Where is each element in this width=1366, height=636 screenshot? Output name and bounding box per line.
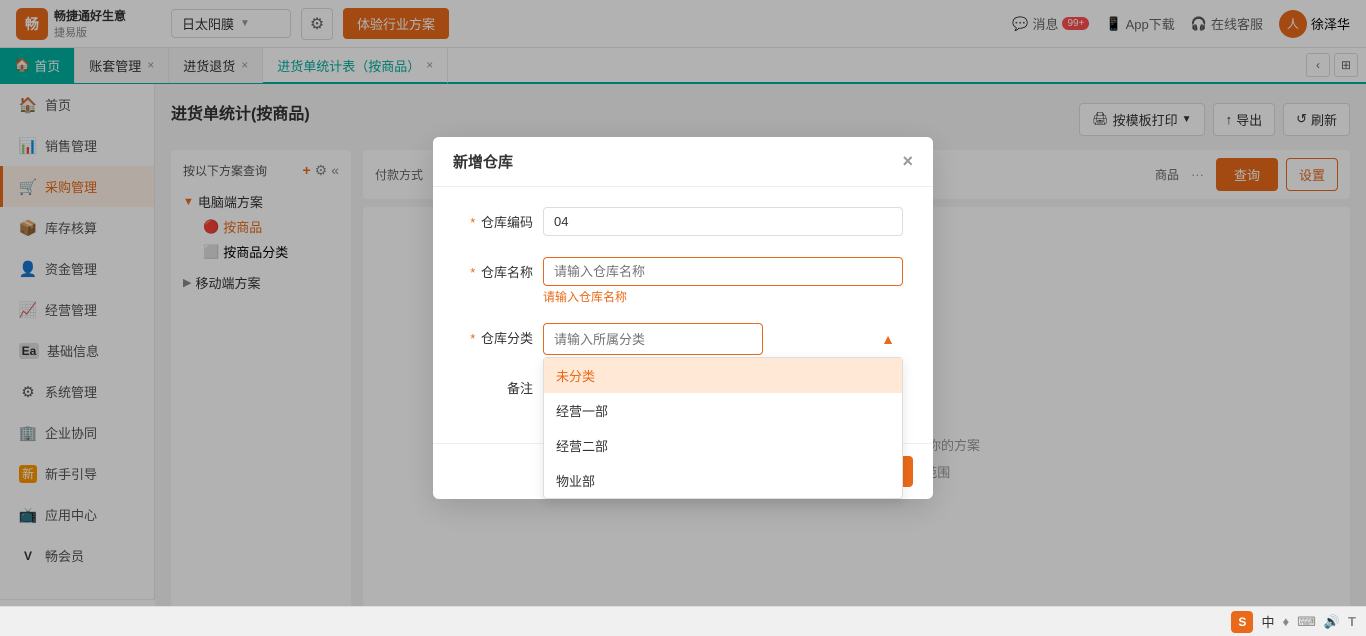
notes-label: 备注	[463, 373, 543, 405]
keyboard-icon[interactable]: ⌨	[1297, 614, 1316, 630]
dropdown-item-dept1[interactable]: 经营一部	[544, 393, 902, 428]
modal-close-button[interactable]: ×	[902, 151, 913, 172]
form-row-name: * 仓库名称 请输入仓库名称	[463, 257, 903, 305]
modal-header: 新增仓库 ×	[433, 137, 933, 187]
name-error-message: 请输入仓库名称	[543, 288, 903, 305]
category-label: * 仓库分类	[463, 323, 543, 355]
volume-icon[interactable]: 🔊	[1324, 614, 1340, 630]
bottom-status-bar: S 中 ♦ ⌨ 🔊 T	[0, 606, 1366, 636]
dot-icon: ♦	[1282, 614, 1289, 629]
form-row-category: * 仓库分类 ▲ 未分类 经营一部	[463, 323, 903, 355]
warehouse-code-input[interactable]	[543, 207, 903, 236]
code-label: * 仓库编码	[463, 207, 543, 239]
dropdown-item-uncategorized[interactable]: 未分类	[544, 358, 902, 393]
category-chevron-icon[interactable]: ▲	[881, 331, 895, 347]
font-icon[interactable]: T	[1348, 614, 1356, 629]
modal-overlay: 新增仓库 × * 仓库编码 * 仓库名称	[0, 0, 1366, 636]
warehouse-category-input[interactable]	[543, 323, 763, 355]
form-row-code: * 仓库编码	[463, 207, 903, 239]
modal-body: * 仓库编码 * 仓库名称 请输入仓库名称	[433, 187, 933, 443]
lang-cn-icon[interactable]: 中	[1261, 612, 1274, 631]
dropdown-item-dept3[interactable]: 物业部	[544, 463, 902, 498]
category-dropdown: 未分类 经营一部 经营二部 物业部	[543, 357, 903, 499]
warehouse-name-input[interactable]	[543, 257, 903, 286]
dropdown-item-dept2[interactable]: 经营二部	[544, 428, 902, 463]
modal-title: 新增仓库	[453, 151, 513, 172]
name-label: * 仓库名称	[463, 257, 543, 289]
s-logo-icon: S	[1231, 611, 1253, 633]
modal-new-warehouse: 新增仓库 × * 仓库编码 * 仓库名称	[433, 137, 933, 499]
